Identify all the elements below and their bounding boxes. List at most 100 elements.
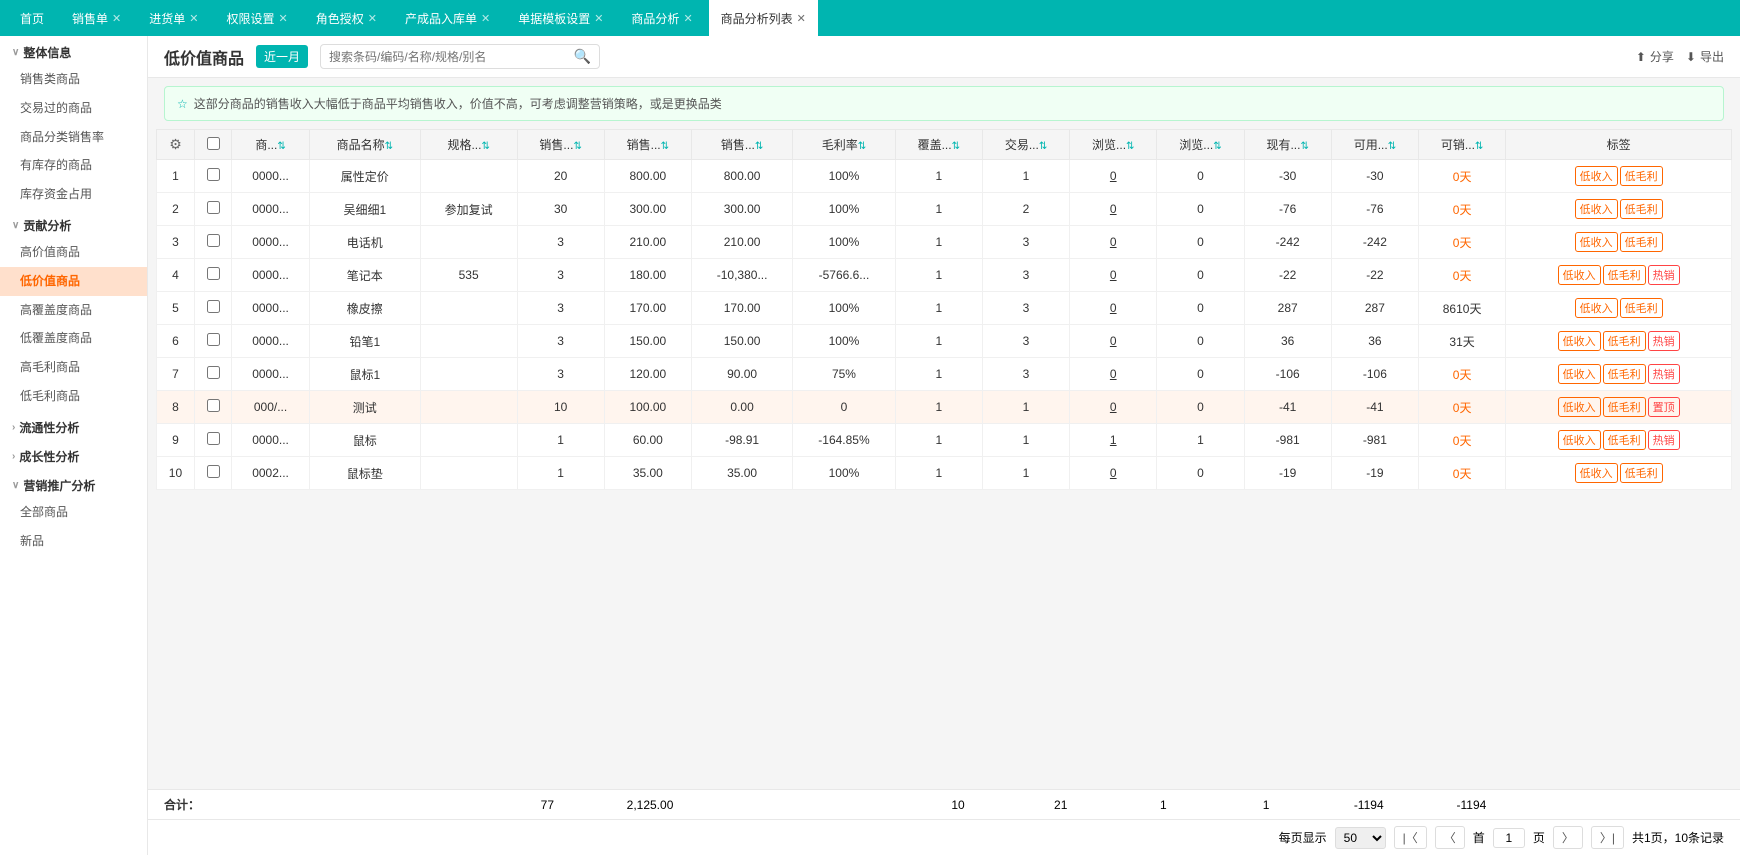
search-icon[interactable]: 🔍 [574,48,591,65]
col-spec[interactable]: 规格...⇅ [420,130,517,160]
row-check[interactable] [194,259,231,292]
col-sales-cost[interactable]: 销售...⇅ [691,130,792,160]
sidebar-item-sales-goods[interactable]: 销售类商品 [0,65,147,94]
col-gross-rate[interactable]: 毛利率⇅ [793,130,895,160]
close-template-tab[interactable]: ✕ [594,12,603,25]
col-coverage[interactable]: 覆盖...⇅ [895,130,982,160]
col-name[interactable]: 商品名称⇅ [309,130,420,160]
nav-tab-analysis[interactable]: 商品分析 ✕ [619,0,704,36]
share-icon: ⬆ [1636,50,1646,64]
sidebar-group-overview[interactable]: ∨ 整体信息 [0,36,147,65]
last-page-button[interactable]: 〉| [1591,826,1624,849]
period-button[interactable]: 近一月 [256,45,308,68]
col-sales-qty[interactable]: 销售...⇅ [517,130,604,160]
sidebar-group-growth[interactable]: › 成长性分析 [0,440,147,469]
next-page-button[interactable]: 〉 [1553,826,1583,849]
close-inventory-tab[interactable]: ✕ [481,12,490,25]
sidebar-item-low-margin[interactable]: 低毛利商品 [0,382,147,411]
row-checkbox[interactable] [207,234,220,247]
row-check[interactable] [194,358,231,391]
row-available: -22 [1331,259,1418,292]
nav-tab-role[interactable]: 角色授权 ✕ [304,0,389,36]
row-browse1[interactable]: 0 [1070,292,1157,325]
row-browse1[interactable]: 0 [1070,226,1157,259]
sidebar-item-new-goods[interactable]: 新品 [0,527,147,556]
row-checkbox[interactable] [207,333,220,346]
close-permissions-tab[interactable]: ✕ [279,12,288,25]
row-browse1[interactable]: 0 [1070,391,1157,424]
row-checkbox[interactable] [207,267,220,280]
col-sales-amount[interactable]: 销售...⇅ [604,130,691,160]
per-page-select[interactable]: 50 20 100 [1335,827,1386,849]
row-browse1[interactable]: 0 [1070,358,1157,391]
row-check[interactable] [194,193,231,226]
row-checkbox[interactable] [207,432,220,445]
row-check[interactable] [194,424,231,457]
sidebar-item-low-value[interactable]: 低价值商品 [0,267,147,296]
close-role-tab[interactable]: ✕ [368,12,377,25]
col-browse2[interactable]: 浏览...⇅ [1157,130,1244,160]
row-browse1[interactable]: 0 [1070,457,1157,490]
search-input[interactable] [329,50,568,64]
sidebar-item-low-coverage[interactable]: 低覆盖度商品 [0,324,147,353]
col-browse1[interactable]: 浏览...⇅ [1070,130,1157,160]
sidebar-item-traded-goods[interactable]: 交易过的商品 [0,94,147,123]
row-browse1[interactable]: 0 [1070,160,1157,193]
row-browse1[interactable]: 0 [1070,259,1157,292]
export-button[interactable]: ⬇ 导出 [1686,48,1724,65]
page-number-input[interactable] [1493,828,1525,848]
row-check[interactable] [194,325,231,358]
nav-tab-permissions[interactable]: 权限设置 ✕ [214,0,299,36]
row-checkbox[interactable] [207,366,220,379]
col-check[interactable] [194,130,231,160]
sidebar-group-marketing[interactable]: ∨ 营销推广分析 [0,469,147,498]
data-table: ⚙ 商...⇅ 商品名称⇅ 规格...⇅ 销售...⇅ 销售...⇅ 销售...… [156,129,1732,490]
row-check[interactable] [194,391,231,424]
row-checkbox[interactable] [207,399,220,412]
share-button[interactable]: ⬆ 分享 [1636,48,1674,65]
row-checkbox[interactable] [207,465,220,478]
col-settings[interactable]: ⚙ [157,130,195,160]
col-current[interactable]: 现有...⇅ [1244,130,1331,160]
nav-tab-home[interactable]: 首页 [8,0,56,36]
nav-tab-purchase[interactable]: 进货单 ✕ [137,0,210,36]
select-all-checkbox[interactable] [207,137,220,150]
row-browse2: 0 [1157,325,1244,358]
sidebar-group-flow[interactable]: › 流通性分析 [0,411,147,440]
col-sellable[interactable]: 可销...⇅ [1419,130,1506,160]
close-analysis-list-tab[interactable]: ✕ [797,12,806,25]
nav-tab-sales[interactable]: 销售单 ✕ [60,0,133,36]
row-browse1[interactable]: 1 [1070,424,1157,457]
row-check[interactable] [194,457,231,490]
row-browse1[interactable]: 0 [1070,325,1157,358]
close-sales-tab[interactable]: ✕ [112,12,121,25]
row-checkbox[interactable] [207,201,220,214]
nav-tab-template[interactable]: 单据模板设置 ✕ [506,0,615,36]
row-checkbox[interactable] [207,168,220,181]
row-sales-amount: 100.00 [604,391,691,424]
tag-badge: 低毛利 [1603,430,1646,450]
close-purchase-tab[interactable]: ✕ [189,12,198,25]
close-analysis-tab[interactable]: ✕ [683,12,692,25]
col-trade[interactable]: 交易...⇅ [982,130,1069,160]
row-sales-amount: 35.00 [604,457,691,490]
sidebar-item-high-value[interactable]: 高价值商品 [0,238,147,267]
sidebar-item-category-rate[interactable]: 商品分类销售率 [0,123,147,152]
row-checkbox[interactable] [207,300,220,313]
first-page-button[interactable]: |〈 [1394,826,1427,849]
row-check[interactable] [194,226,231,259]
row-browse1[interactable]: 0 [1070,193,1157,226]
sidebar-item-stock-goods[interactable]: 有库存的商品 [0,151,147,180]
col-id[interactable]: 商...⇅ [232,130,310,160]
sidebar-item-all-goods[interactable]: 全部商品 [0,498,147,527]
row-check[interactable] [194,292,231,325]
col-available[interactable]: 可用...⇅ [1331,130,1418,160]
nav-tab-analysis-list[interactable]: 商品分析列表 ✕ [709,0,818,36]
sidebar-item-high-margin[interactable]: 高毛利商品 [0,353,147,382]
prev-page-button[interactable]: 〈 [1435,826,1465,849]
nav-tab-inventory[interactable]: 产成品入库单 ✕ [393,0,502,36]
sidebar-item-high-coverage[interactable]: 高覆盖度商品 [0,296,147,325]
sidebar-item-stock-funds[interactable]: 库存资金占用 [0,180,147,209]
sidebar-group-contribution[interactable]: ∨ 贡献分析 [0,209,147,238]
row-check[interactable] [194,160,231,193]
